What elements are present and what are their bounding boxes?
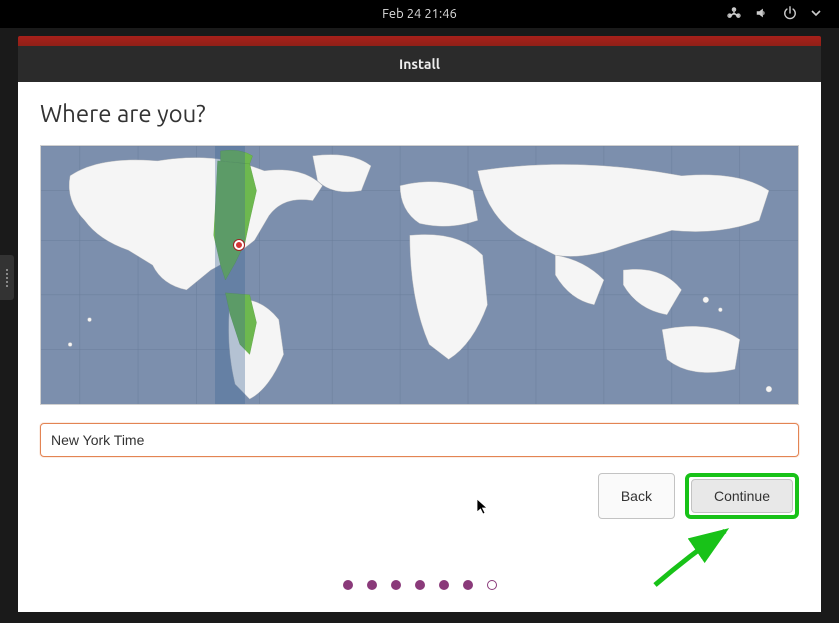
step-dot [343, 580, 353, 590]
step-dot [463, 580, 473, 590]
step-dot [367, 580, 377, 590]
power-icon[interactable] [783, 6, 797, 23]
window-decoration [18, 36, 821, 46]
back-button[interactable]: Back [598, 473, 675, 519]
network-icon[interactable] [727, 6, 741, 23]
world-map-svg [41, 146, 798, 404]
system-tray[interactable] [727, 6, 821, 23]
timezone-band-highlight [215, 146, 245, 404]
button-row: Back Continue [40, 473, 799, 519]
step-dot [439, 580, 449, 590]
timezone-input[interactable] [40, 423, 799, 457]
continue-highlight-annotation: Continue [685, 473, 799, 519]
dock-handle[interactable] [0, 255, 14, 300]
window-title: Install [18, 46, 821, 82]
gnome-top-bar: Feb 24 21:46 [0, 0, 839, 28]
installer-content: Where are you? [18, 82, 821, 612]
step-dot [415, 580, 425, 590]
timezone-map[interactable] [40, 145, 799, 405]
chevron-down-icon[interactable] [811, 7, 821, 21]
step-dot [487, 580, 497, 590]
progress-dots [343, 580, 497, 590]
volume-icon[interactable] [755, 6, 769, 23]
clock[interactable]: Feb 24 21:46 [382, 7, 457, 21]
continue-button[interactable]: Continue [691, 479, 793, 513]
page-heading: Where are you? [40, 100, 799, 127]
location-pin [234, 240, 244, 250]
step-dot [391, 580, 401, 590]
